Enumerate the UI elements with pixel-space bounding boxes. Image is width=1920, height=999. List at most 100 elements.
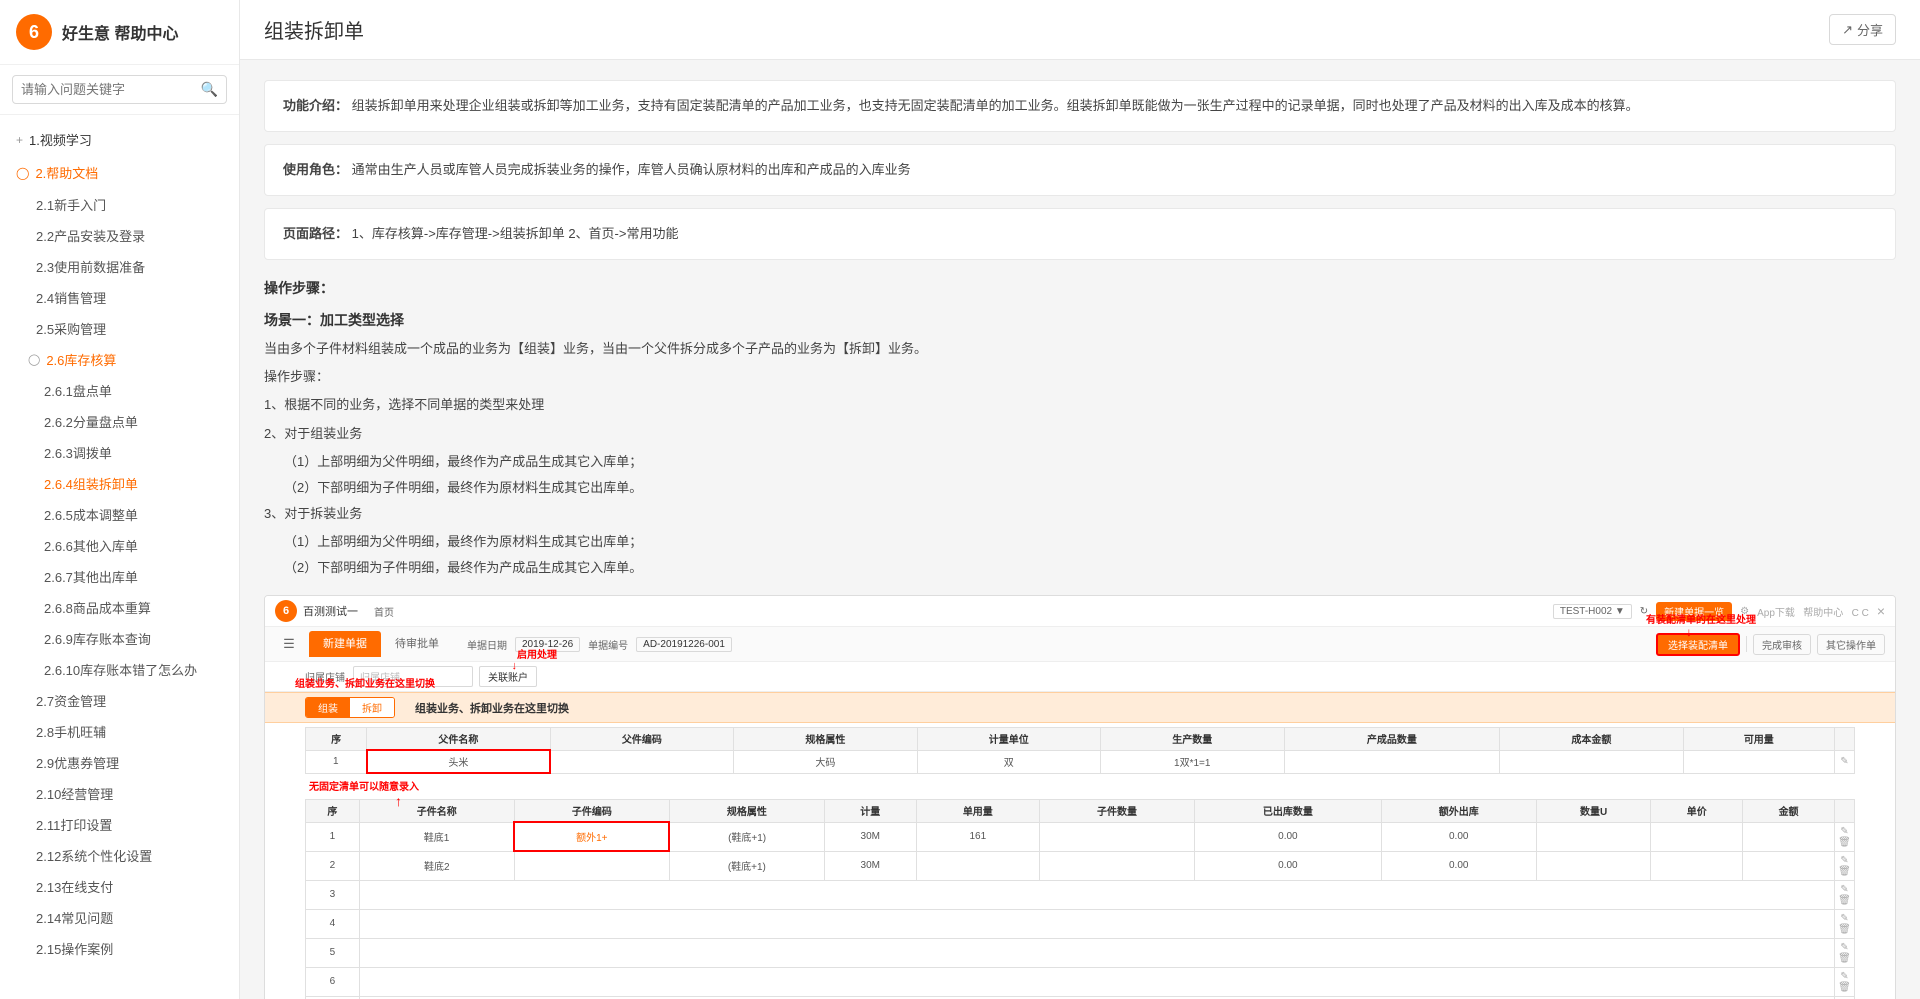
sidebar-item-faq[interactable]: 2.14常见问题	[0, 902, 239, 933]
screenshot: 6 百测测试一 首页 TEST-H002 ▼ ↻ 新建单据一览 ⚙ App下载 …	[265, 596, 1895, 999]
sidebar-item-stockchk[interactable]: 2.6.9库存账本查询	[0, 623, 239, 654]
mock-type-switch[interactable]: 组装 拆卸	[305, 697, 395, 718]
app-logo: 6	[16, 14, 52, 50]
sidebar-item-costadj[interactable]: 2.6.5成本调整单	[0, 499, 239, 530]
mock-field-date-label: 单据日期	[467, 637, 507, 652]
sidebar-item-assembly[interactable]: 2.6.4组装拆卸单	[0, 468, 239, 499]
mock-th-cost: 成本金额	[1500, 728, 1683, 751]
step1: 1、根据不同的业务，选择不同单据的类型来处理	[264, 394, 1896, 416]
path-block: 页面路径： 1、库存核算->库存管理->组装拆卸单 2、首页->常用功能	[264, 208, 1896, 260]
mock-bth-per-use: 单用量	[916, 800, 1039, 823]
steps-intro: 操作步骤：	[264, 366, 1896, 388]
role-label: 使用角色：	[283, 162, 348, 177]
sidebar-item-data[interactable]: 2.3使用前数据准备	[0, 251, 239, 282]
sidebar-item-ops[interactable]: 2.10经营管理	[0, 778, 239, 809]
mock-annotation1-arrow: ↓	[1686, 625, 1692, 639]
intro-label: 功能介绍：	[283, 98, 348, 113]
nav-sub-group-inventory: ◯ 2.6库存核算 2.6.1盘点单 2.6.2分量盘点单 2.6.3调拨单 2…	[0, 344, 239, 685]
sidebar-item-purchase[interactable]: 2.5采购管理	[0, 313, 239, 344]
mock-bth-seq: 序	[306, 800, 360, 823]
sidebar-item-costcalc[interactable]: 2.6.8商品成本重算	[0, 592, 239, 623]
sidebar-item-split[interactable]: 2.6.2分量盘点单	[0, 406, 239, 437]
mock-sidebar-icon1: ☰	[283, 636, 295, 652]
sidebar: 6 好生意 帮助中心 🔍 + 1.视频学习 ◯ 2.帮助文档 2.1新手入门 2…	[0, 0, 240, 999]
share-label: 分享	[1857, 20, 1883, 39]
intro-text: 组装拆卸单用来处理企业组装或拆卸等加工业务，支持有固定装配清单的产品加工业务，也…	[352, 98, 1639, 113]
mock-type-assembly[interactable]: 组装	[306, 698, 350, 717]
mock-btn-more-ops[interactable]: 其它操作单	[1817, 634, 1885, 655]
step3-sub2: （2）下部明细为子件明细，最终作为产成品生成其它入库单。	[284, 557, 1896, 579]
mock-annotation1-text: 有装配清单的在这里处理	[1646, 611, 1756, 626]
mock-tab-new[interactable]: 新建单据	[309, 631, 381, 657]
sidebar-item-adjust[interactable]: 2.6.3调拨单	[0, 437, 239, 468]
page-title: 组装拆卸单	[264, 15, 364, 44]
sidebar-item-sales[interactable]: 2.4销售管理	[0, 282, 239, 313]
mock-btn-confirm[interactable]: 完成审核	[1753, 634, 1811, 655]
mock-th-parent-name: 父件名称	[367, 728, 550, 751]
sidebar-item-otherin[interactable]: 2.6.6其他入库单	[0, 530, 239, 561]
nav-list: + 1.视频学习 ◯ 2.帮助文档 2.1新手入门 2.2产品安装及登录 2.3…	[0, 115, 239, 999]
expand-icon: +	[16, 133, 23, 147]
mock-bth-price: 单价	[1651, 800, 1743, 823]
mock-th-finished-qty: 产成品数量	[1284, 728, 1500, 751]
search-box[interactable]: 🔍	[12, 75, 227, 104]
sidebar-item-inventory[interactable]: ◯ 2.6库存核算	[0, 344, 239, 375]
share-button[interactable]: ↗ 分享	[1829, 14, 1896, 45]
sidebar-item-stocktake[interactable]: 2.6.1盘点单	[0, 375, 239, 406]
mock-annotation2-text: 启用处理	[517, 646, 557, 661]
sidebar-item-print[interactable]: 2.11打印设置	[0, 809, 239, 840]
mock-tab-edit[interactable]: 待审批单	[381, 631, 453, 657]
mock-bottom-row-6: 6 ✎ 🗑	[306, 967, 1855, 996]
mock-annotation2-arrow: ↓	[512, 660, 518, 672]
steps-title: 操作步骤：	[264, 278, 1896, 298]
share-icon: ↗	[1842, 22, 1853, 38]
sidebar-item-mobile[interactable]: 2.8手机旺辅	[0, 716, 239, 747]
sidebar-item-video-label: 1.视频学习	[29, 130, 92, 149]
mock-bottom-row-4: 4 ✎ 🗑	[306, 909, 1855, 938]
sidebar-item-new[interactable]: 2.1新手入门	[0, 189, 239, 220]
mock-nav-sep	[398, 604, 401, 619]
path-text: 1、库存核算->库存管理->组装拆卸单 2、首页->常用功能	[352, 226, 679, 241]
sidebar-item-cases[interactable]: 2.15操作案例	[0, 933, 239, 964]
mock-divider1	[1746, 636, 1747, 652]
sidebar-item-video[interactable]: + 1.视频学习	[0, 123, 239, 156]
mock-btn-with-list[interactable]: 选择装配清单	[1656, 633, 1740, 656]
search-input[interactable]	[21, 82, 201, 97]
mock-bth-unit: 计量	[824, 800, 916, 823]
step3-sub1: （1）上部明细为父件明细，最终作为原材料生成其它出库单；	[284, 531, 1896, 553]
mock-bth-spec: 规格属性	[669, 800, 824, 823]
scenario1-desc: 当由多个子件材料组装成一个成品的业务为【组装】业务，当由一个父件拆分成多个子产品…	[264, 338, 1896, 360]
step3: 3、对于拆装业务	[264, 503, 1896, 525]
sidebar-item-install[interactable]: 2.2产品安装及登录	[0, 220, 239, 251]
mock-company: 百测测试一	[303, 603, 358, 619]
sidebar-item-otherout[interactable]: 2.6.7其他出库单	[0, 561, 239, 592]
sidebar-item-stockerr[interactable]: 2.6.10库存账本错了怎么办	[0, 654, 239, 685]
mock-th-spec: 规格属性	[734, 728, 917, 751]
sidebar-item-custom[interactable]: 2.12系统个性化设置	[0, 840, 239, 871]
sidebar-item-pay[interactable]: 2.13在线支付	[0, 871, 239, 902]
mock-bottom-row-1: 1 鞋底1 额外1+ (鞋底+1) 30M 161 0.00 0.00	[306, 822, 1855, 851]
mock-annotation4-arrow: ↑	[395, 793, 402, 809]
mock-th-prod-qty: 生产数量	[1101, 728, 1284, 751]
step2: 2、对于组装业务	[264, 423, 1896, 445]
mock-bth-child-code: 子件编码	[514, 800, 669, 823]
mock-annotation3-text: 组装业务、拆卸业务在这里切换	[295, 675, 435, 690]
mock-bottom-row-3: 3 ✎ 🗑	[306, 880, 1855, 909]
mock-btn-store[interactable]: 关联账户	[479, 666, 537, 687]
mock-type-disassembly[interactable]: 拆卸	[350, 698, 394, 717]
intro-block: 功能介绍： 组装拆卸单用来处理企业组装或拆卸等加工业务，支持有固定装配清单的产品…	[264, 80, 1896, 132]
sidebar-item-finance[interactable]: 2.7资金管理	[0, 685, 239, 716]
role-text: 通常由生产人员或库管人员完成拆装业务的操作，库管人员确认原材料的出库和产成品的入…	[352, 162, 911, 177]
step2-sub1: （1）上部明细为父件明细，最终作为产成品生成其它入库单；	[284, 451, 1896, 473]
mock-field-no-label: 单据编号	[588, 637, 628, 652]
search-icon[interactable]: 🔍	[201, 81, 218, 98]
sidebar-item-coupon[interactable]: 2.9优惠券管理	[0, 747, 239, 778]
path-label: 页面路径：	[283, 226, 348, 241]
mock-close-icon[interactable]: ×	[1877, 603, 1885, 619]
mock-field-no-val: AD-20191226-001	[636, 637, 732, 652]
step2-sub2: （2）下部明细为子件明细，最终作为原材料生成其它出库单。	[284, 477, 1896, 499]
mock-top-row-1: 1 头米 大码 双 1双*1=1 ✎	[306, 750, 1855, 773]
mock-bth-out-qty: 已出库数量	[1195, 800, 1382, 823]
mock-topbar-id: TEST-H002 ▼	[1553, 604, 1632, 619]
sidebar-item-docs[interactable]: ◯ 2.帮助文档	[0, 156, 239, 189]
